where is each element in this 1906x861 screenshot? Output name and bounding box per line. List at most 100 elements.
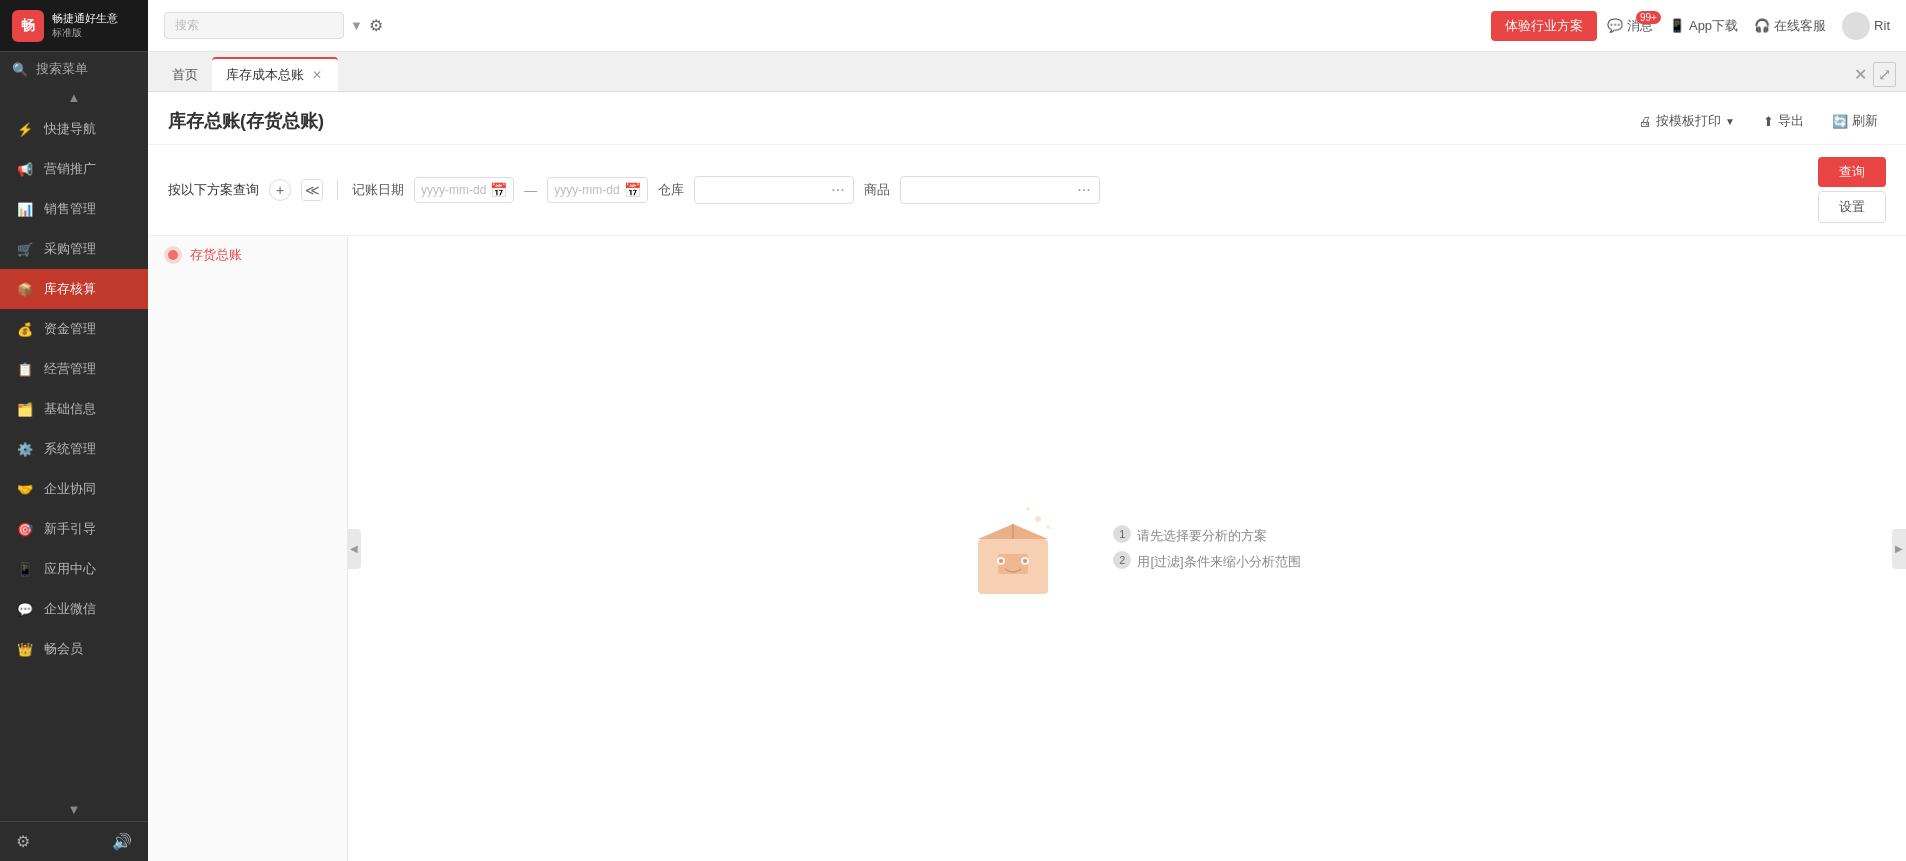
filter-divider [337, 180, 338, 200]
purchase-icon: 🛒 [16, 240, 34, 258]
topbar-search-area: 搜索 ▼ ⚙ [164, 12, 1481, 39]
calendar-end-icon: 📅 [624, 182, 641, 198]
member-icon: 👑 [16, 640, 34, 658]
date-start-input[interactable]: yyyy-mm-dd 📅 [414, 177, 514, 203]
sidebar-item-finance[interactable]: 💰 资金管理 [0, 309, 148, 349]
sales-icon: 📊 [16, 200, 34, 218]
service-icon: 🎧 [1754, 18, 1770, 33]
search-menu[interactable]: 🔍 搜索菜单 [0, 52, 148, 86]
tab-close-icon[interactable]: ✕ [310, 68, 324, 82]
quick-nav-icon: ⚡ [16, 120, 34, 138]
chevron-down-icon[interactable]: ▼ [350, 18, 363, 33]
main-area: 搜索 ▼ ⚙ 体验行业方案 💬 消息 99+ 📱 App下载 🎧 在线客服 Ri… [148, 0, 1906, 861]
svg-point-7 [999, 559, 1003, 563]
avatar-image [1842, 12, 1870, 40]
expand-icon[interactable]: ⤢ [1873, 62, 1896, 87]
logo-text: 畅捷通好生意 标准版 [52, 11, 118, 40]
page-header: 库存总账(存货总账) 🖨 按模板打印 ▼ ⬆ 导出 🔄 刷新 [148, 92, 1906, 145]
finance-icon: 💰 [16, 320, 34, 338]
date-end-input[interactable]: yyyy-mm-dd 📅 [547, 177, 647, 203]
system-icon: ⚙️ [16, 440, 34, 458]
empty-text: 1 请先选择要分析的方案 2 用[过滤]条件来缩小分析范围 [1113, 523, 1300, 575]
sidebar-item-basic[interactable]: 🗂️ 基础信息 [0, 389, 148, 429]
app-download-btn[interactable]: 📱 App下载 [1669, 17, 1738, 35]
sidebar-item-inventory[interactable]: 📦 库存核算 [0, 269, 148, 309]
sidebar-item-wechat[interactable]: 💬 企业微信 [0, 589, 148, 629]
online-service-btn[interactable]: 🎧 在线客服 [1754, 17, 1826, 35]
sidebar-nav: ⚡ 快捷导航 📢 营销推广 📊 销售管理 🛒 采购管理 📦 库存核算 💰 资金管… [0, 109, 148, 798]
logo-icon: 畅 [12, 10, 44, 42]
product-label: 商品 [864, 181, 890, 199]
sidebar-item-operations[interactable]: 📋 经营管理 [0, 349, 148, 389]
sidebar-item-marketing[interactable]: 📢 营销推广 [0, 149, 148, 189]
scroll-down-btn[interactable]: ▼ [0, 798, 148, 821]
operations-icon: 📋 [16, 360, 34, 378]
svg-point-10 [1026, 507, 1030, 511]
app-icon: 📱 [1669, 18, 1685, 33]
industry-btn[interactable]: 体验行业方案 [1491, 11, 1597, 41]
print-btn[interactable]: 🖨 按模板打印 ▼ [1631, 108, 1743, 134]
filter-add-btn[interactable]: + [269, 179, 291, 201]
gear-icon[interactable]: ⚙ [369, 16, 383, 35]
export-btn[interactable]: ⬆ 导出 [1755, 108, 1812, 134]
svg-point-0 [168, 250, 178, 260]
messages-btn[interactable]: 💬 消息 99+ [1607, 17, 1653, 35]
sidebar-item-cooperation[interactable]: 🤝 企业协同 [0, 469, 148, 509]
date-separator: — [524, 183, 537, 198]
message-icon: 💬 [1607, 18, 1623, 33]
scheme-icon [164, 246, 182, 264]
step-2-num: 2 [1113, 551, 1131, 569]
inventory-icon: 📦 [16, 280, 34, 298]
query-btn[interactable]: 查询 [1818, 157, 1886, 187]
guide-icon: 🎯 [16, 520, 34, 538]
calendar-start-icon: 📅 [490, 182, 507, 198]
filter-bar: 按以下方案查询 + ≪ 记账日期 yyyy-mm-dd 📅 — yyyy-mm-… [148, 145, 1906, 236]
empty-state: 1 请先选择要分析的方案 2 用[过滤]条件来缩小分析范围 [348, 236, 1906, 861]
sidebar-item-system[interactable]: ⚙️ 系统管理 [0, 429, 148, 469]
speaker-icon[interactable]: 🔊 [112, 832, 132, 851]
sidebar-item-quick-nav[interactable]: ⚡ 快捷导航 [0, 109, 148, 149]
basic-icon: 🗂️ [16, 400, 34, 418]
topbar-search-box[interactable]: 搜索 [164, 12, 344, 39]
sidebar: 畅 畅捷通好生意 标准版 🔍 搜索菜单 ▲ ⚡ 快捷导航 📢 营销推广 📊 销售… [0, 0, 148, 861]
tab-inventory-ledger[interactable]: 库存成本总账 ✕ [212, 57, 338, 91]
cooperation-icon: 🤝 [16, 480, 34, 498]
svg-point-11 [1046, 525, 1050, 529]
filter-close-btn[interactable]: ≪ [301, 179, 323, 201]
product-more-icon: ··· [1077, 181, 1090, 199]
close-panel-icon[interactable]: ✕ [1854, 65, 1867, 84]
filter-label: 按以下方案查询 [168, 181, 259, 199]
topbar: 搜索 ▼ ⚙ 体验行业方案 💬 消息 99+ 📱 App下载 🎧 在线客服 Ri… [148, 0, 1906, 52]
step-1: 1 请先选择要分析的方案 [1113, 523, 1300, 549]
refresh-icon: 🔄 [1832, 114, 1848, 129]
sidebar-item-apps[interactable]: 📱 应用中心 [0, 549, 148, 589]
sidebar-item-member[interactable]: 👑 畅会员 [0, 629, 148, 669]
app-logo: 畅 畅捷通好生意 标准版 [0, 0, 148, 52]
sidebar-item-purchase[interactable]: 🛒 采购管理 [0, 229, 148, 269]
page-header-actions: 🖨 按模板打印 ▼ ⬆ 导出 🔄 刷新 [1631, 108, 1886, 134]
main-body: 存货总账 ◀ [148, 236, 1906, 861]
warehouse-more-icon: ··· [831, 181, 844, 199]
scheme-panel-close-btn[interactable]: ◀ [347, 529, 361, 569]
marketing-icon: 📢 [16, 160, 34, 178]
tab-home[interactable]: 首页 [158, 59, 212, 91]
scheme-item-inventory-ledger[interactable]: 存货总账 [148, 236, 347, 274]
scroll-up-btn[interactable]: ▲ [0, 86, 148, 109]
settings-btn[interactable]: 设置 [1818, 191, 1886, 223]
settings-icon[interactable]: ⚙ [16, 832, 30, 851]
sidebar-item-guide[interactable]: 🎯 新手引导 [0, 509, 148, 549]
filter-right-btns: 查询 设置 [1818, 157, 1886, 223]
product-select[interactable]: ··· [900, 176, 1100, 204]
warehouse-label: 仓库 [658, 181, 684, 199]
sidebar-footer: ⚙ 🔊 [0, 821, 148, 861]
sidebar-item-sales[interactable]: 📊 销售管理 [0, 189, 148, 229]
topbar-right: 💬 消息 99+ 📱 App下载 🎧 在线客服 Rit [1607, 12, 1890, 40]
refresh-btn[interactable]: 🔄 刷新 [1824, 108, 1886, 134]
apps-icon: 📱 [16, 560, 34, 578]
warehouse-select[interactable]: ··· [694, 176, 854, 204]
user-avatar[interactable]: Rit [1842, 12, 1890, 40]
right-expand-btn[interactable]: ▶ [1892, 529, 1906, 569]
wechat-icon: 💬 [16, 600, 34, 618]
search-icon: 🔍 [12, 62, 28, 77]
tabbar: 首页 库存成本总账 ✕ ✕ ⤢ [148, 52, 1906, 92]
